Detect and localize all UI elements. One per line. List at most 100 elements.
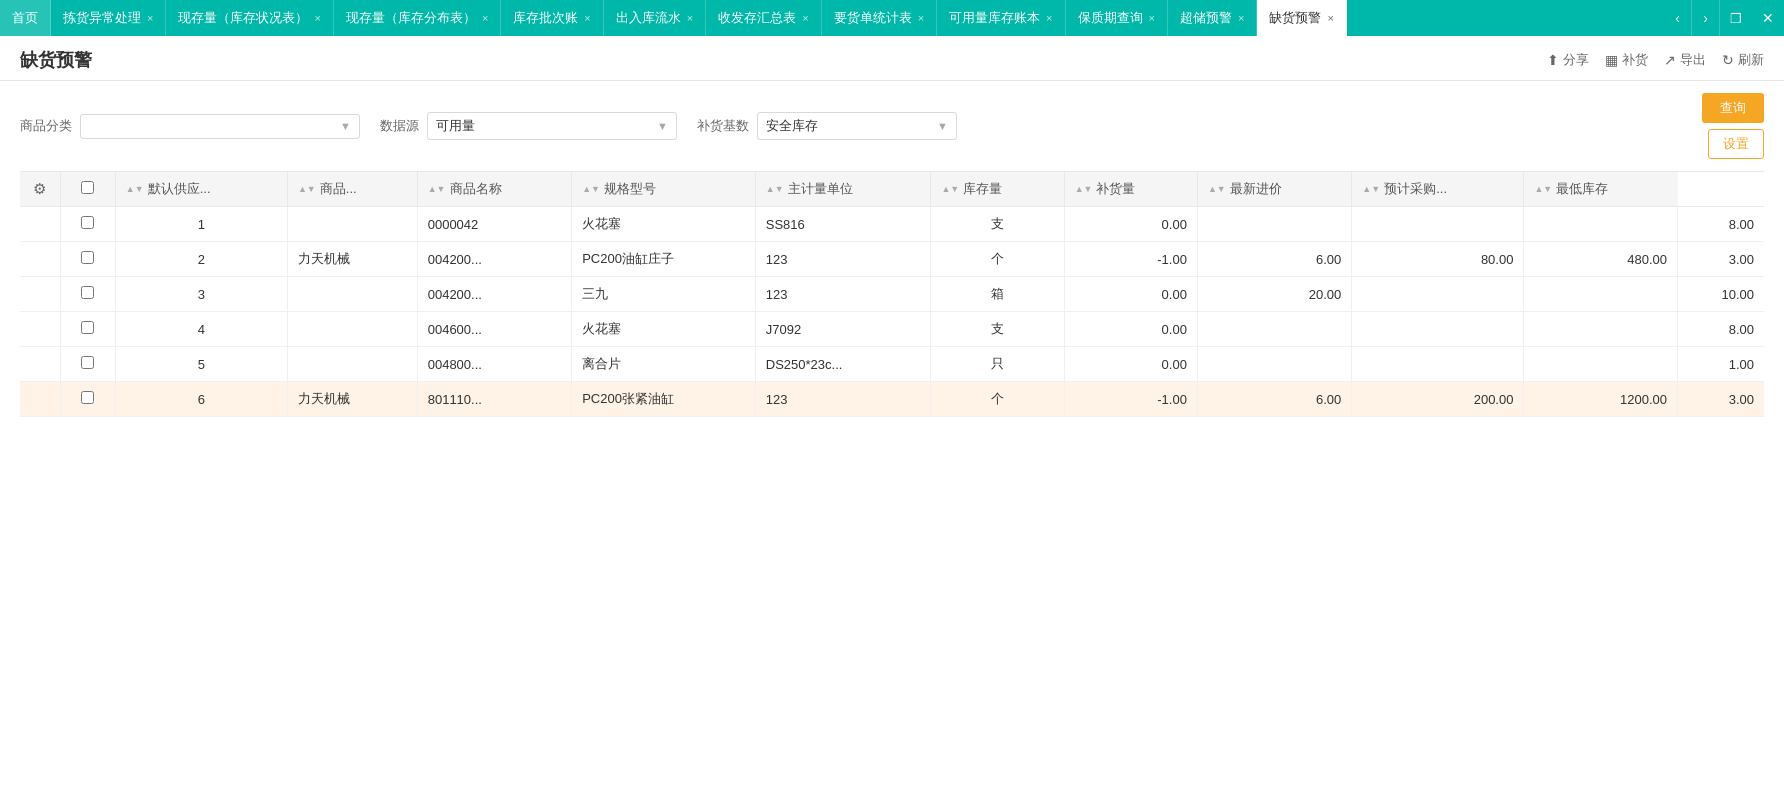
- replenish-icon: ▦: [1605, 52, 1618, 68]
- replenish-btn[interactable]: ▦ 补货: [1605, 51, 1648, 69]
- refresh-btn[interactable]: ↻ 刷新: [1722, 51, 1764, 69]
- row-min-stock: 3.00: [1678, 382, 1764, 417]
- nav-tab-batch-account[interactable]: 库存批次账×: [501, 0, 603, 36]
- row-checkbox-cell: [60, 312, 115, 347]
- th-spec[interactable]: ▲▼规格型号: [572, 172, 756, 207]
- nav-tab-shortage[interactable]: 缺货预警×: [1257, 0, 1346, 36]
- export-btn[interactable]: ↗ 导出: [1664, 51, 1706, 69]
- category-filter-group: 商品分类 ▼: [20, 114, 360, 139]
- th-unit[interactable]: ▲▼主计量单位: [755, 172, 931, 207]
- row-number: 5: [115, 347, 287, 382]
- row-product-code: 004800...: [417, 347, 571, 382]
- select-all-checkbox[interactable]: [81, 181, 94, 194]
- th-est-purchase[interactable]: ▲▼预计采购...: [1352, 172, 1524, 207]
- restore-window-btn[interactable]: ❐: [1720, 0, 1752, 36]
- nav-tab-label-order-stat: 要货单统计表: [834, 9, 912, 27]
- table-row: 6力天机械801110...PC200张紧油缸123个-1.006.00200.…: [20, 382, 1764, 417]
- th-product-code[interactable]: ▲▼商品...: [287, 172, 417, 207]
- row-stock-qty: -1.00: [1064, 382, 1197, 417]
- row-est-purchase: [1524, 207, 1678, 242]
- row-supplier: [287, 347, 417, 382]
- nav-tab-order-stat[interactable]: 要货单统计表 ×: [822, 0, 937, 36]
- row-number: 6: [115, 382, 287, 417]
- row-stock-qty: -1.00: [1064, 242, 1197, 277]
- column-settings-icon[interactable]: ⚙: [33, 180, 46, 197]
- nav-tab-overstock[interactable]: 超储预警 ×: [1168, 0, 1257, 36]
- row-product-code: 004200...: [417, 242, 571, 277]
- sort-icon-unit: ▲▼: [766, 185, 784, 194]
- row-stock-qty: 0.00: [1064, 347, 1197, 382]
- th-default-supplier[interactable]: ▲▼默认供应...: [115, 172, 287, 207]
- row-product-code: 0000042: [417, 207, 571, 242]
- nav-tab-home[interactable]: 首页: [0, 0, 51, 36]
- th-replenish-qty[interactable]: ▲▼补货量: [1064, 172, 1197, 207]
- nav-tab-close-recv-sum[interactable]: ×: [802, 12, 808, 24]
- row-checkbox[interactable]: [81, 321, 94, 334]
- nav-next-arrow[interactable]: ›: [1692, 0, 1720, 36]
- row-unit: 个: [931, 382, 1064, 417]
- replenish-base-select[interactable]: 安全库存 ▼: [757, 112, 957, 140]
- nav-tab-inout-flow[interactable]: 出入库流水×: [604, 0, 706, 36]
- row-spec: SS816: [755, 207, 931, 242]
- row-spec: 123: [755, 382, 931, 417]
- row-replenish-qty: [1197, 312, 1351, 347]
- nav-prev-arrow[interactable]: ‹: [1664, 0, 1692, 36]
- replenish-base-label: 补货基数: [697, 117, 749, 135]
- row-checkbox-cell: [60, 207, 115, 242]
- nav-tab-label-pick-abnormal: 拣货异常处理: [63, 9, 141, 27]
- nav-controls: ‹ › ❐ ✕: [1664, 0, 1784, 36]
- row-checkbox[interactable]: [81, 216, 94, 229]
- row-product-name: 火花塞: [572, 312, 756, 347]
- nav-tab-stock-status[interactable]: 现存量（库存状况表）×: [166, 0, 333, 36]
- row-min-stock: 8.00: [1678, 207, 1764, 242]
- filter-bar: 商品分类 ▼ 数据源 可用量 ▼ 补货基数 安全库存 ▼ 查询 设置: [0, 81, 1784, 171]
- category-select[interactable]: ▼: [80, 114, 360, 139]
- th-latest-price[interactable]: ▲▼最新进价: [1197, 172, 1351, 207]
- nav-tab-label-stock-dist: 现存量（库存分布表）: [346, 9, 476, 27]
- row-latest-price: 80.00: [1352, 242, 1524, 277]
- nav-tab-close-avail-ledger[interactable]: ×: [1046, 12, 1052, 24]
- refresh-icon: ↻: [1722, 52, 1734, 68]
- filter-actions: 查询 设置: [1702, 93, 1764, 159]
- row-number: 2: [115, 242, 287, 277]
- nav-tab-label-recv-sum: 收发存汇总表: [718, 9, 796, 27]
- nav-tab-pick-abnormal[interactable]: 拣货异常处理 ×: [51, 0, 166, 36]
- close-window-btn[interactable]: ✕: [1752, 0, 1784, 36]
- settings-button[interactable]: 设置: [1708, 129, 1764, 159]
- nav-tab-close-expire-query[interactable]: ×: [1149, 12, 1155, 24]
- row-min-stock: 10.00: [1678, 277, 1764, 312]
- nav-bar: 首页拣货异常处理×现存量（库存状况表）×现存量（库存分布表）×库存批次账×出入库…: [0, 0, 1784, 36]
- nav-tab-close-overstock[interactable]: ×: [1238, 12, 1244, 24]
- nav-tab-close-pick-abnormal[interactable]: ×: [147, 12, 153, 24]
- row-product-code: 801110...: [417, 382, 571, 417]
- share-icon: ⬆: [1547, 52, 1559, 68]
- row-latest-price: 200.00: [1352, 382, 1524, 417]
- th-stock-qty[interactable]: ▲▼库存量: [931, 172, 1064, 207]
- datasource-select[interactable]: 可用量 ▼: [427, 112, 677, 140]
- nav-tab-avail-ledger[interactable]: 可用量库存账本×: [937, 0, 1065, 36]
- row-supplier: [287, 207, 417, 242]
- row-checkbox[interactable]: [81, 286, 94, 299]
- row-checkbox[interactable]: [81, 391, 94, 404]
- table-header-row: ⚙ ▲▼默认供应... ▲▼商品... ▲▼商品名称 ▲▼: [20, 172, 1764, 207]
- share-btn[interactable]: ⬆ 分享: [1547, 51, 1589, 69]
- nav-tab-close-batch-account[interactable]: ×: [584, 12, 590, 24]
- nav-tab-label-overstock: 超储预警: [1180, 9, 1232, 27]
- row-min-stock: 1.00: [1678, 347, 1764, 382]
- row-est-purchase: [1524, 347, 1678, 382]
- nav-tab-close-shortage[interactable]: ×: [1327, 12, 1333, 24]
- nav-tab-recv-sum[interactable]: 收发存汇总表 ×: [706, 0, 821, 36]
- page-title: 缺货预警: [20, 48, 1547, 72]
- nav-tab-close-stock-dist[interactable]: ×: [482, 12, 488, 24]
- row-checkbox[interactable]: [81, 251, 94, 264]
- row-latest-price: [1352, 277, 1524, 312]
- nav-tab-close-stock-status[interactable]: ×: [314, 12, 320, 24]
- query-button[interactable]: 查询: [1702, 93, 1764, 123]
- nav-tab-expire-query[interactable]: 保质期查询×: [1066, 0, 1168, 36]
- nav-tab-close-order-stat[interactable]: ×: [918, 12, 924, 24]
- row-checkbox[interactable]: [81, 356, 94, 369]
- nav-tab-close-inout-flow[interactable]: ×: [687, 12, 693, 24]
- th-product-name[interactable]: ▲▼商品名称: [417, 172, 571, 207]
- nav-tab-stock-dist[interactable]: 现存量（库存分布表） ×: [334, 0, 501, 36]
- th-min-stock[interactable]: ▲▼最低库存: [1524, 172, 1678, 207]
